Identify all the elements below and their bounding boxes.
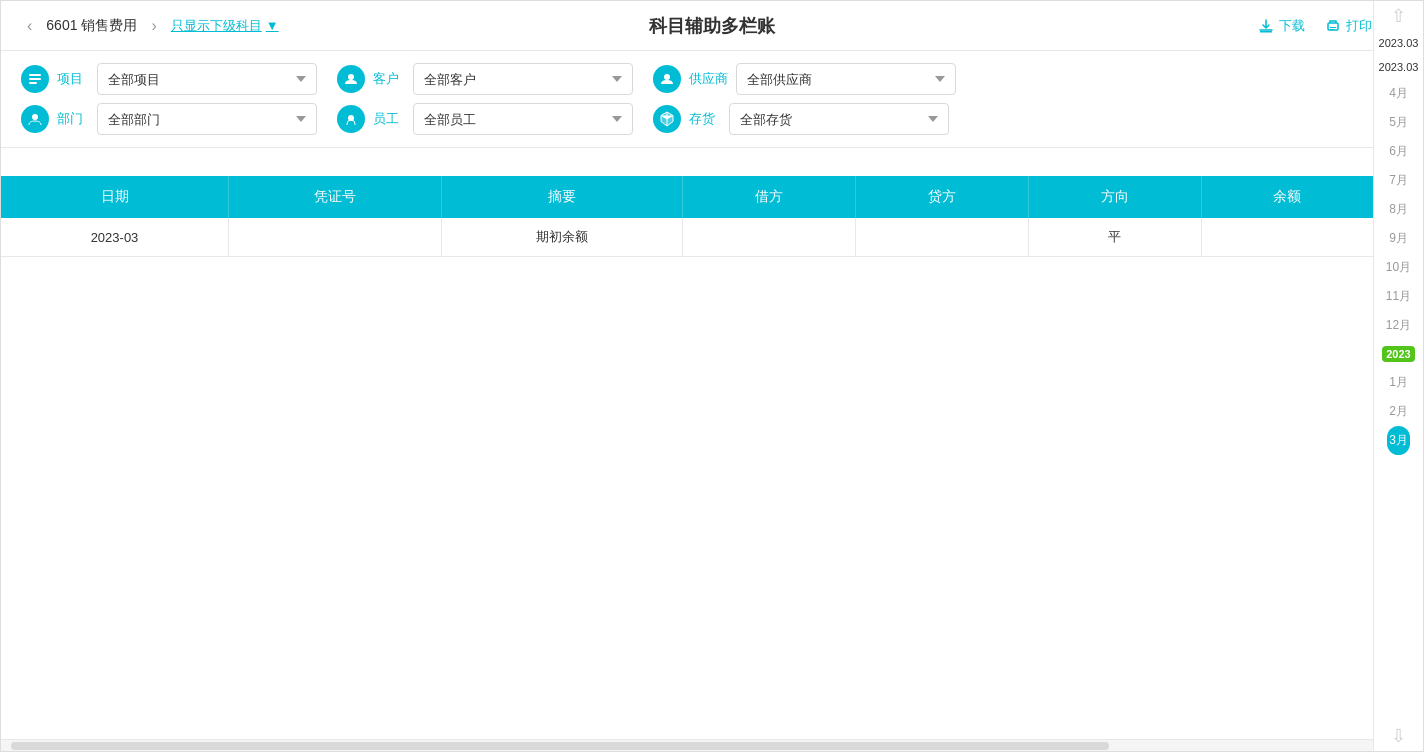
- cell-0: 2023-03: [1, 218, 229, 257]
- svg-rect-1: [1328, 23, 1338, 30]
- employee-filter: 员工 全部员工: [337, 103, 633, 135]
- prev-account-button[interactable]: ‹: [21, 15, 38, 37]
- svg-point-10: [348, 115, 354, 121]
- horizontal-scrollbar[interactable]: [1, 739, 1373, 751]
- employee-label: 员工: [373, 110, 405, 128]
- customer-filter: 客户 全部客户: [337, 63, 633, 95]
- timeline-item-7月[interactable]: 7月: [1382, 166, 1414, 195]
- inventory-icon: [653, 105, 681, 133]
- project-filter: 项目 全部项目: [21, 63, 317, 95]
- cell-5: 平: [1028, 218, 1201, 257]
- svg-rect-4: [29, 74, 41, 76]
- project-select[interactable]: 全部项目: [97, 63, 317, 95]
- timeline-scroll: 2023.03 2023.03 4月5月6月7月8月9月10月11月12月202…: [1374, 31, 1423, 721]
- timeline-item-8月[interactable]: 8月: [1382, 195, 1414, 224]
- svg-rect-6: [29, 82, 37, 84]
- download-icon: [1258, 18, 1274, 34]
- svg-point-7: [348, 74, 354, 80]
- timeline-item-12月[interactable]: 12月: [1382, 311, 1414, 340]
- department-select[interactable]: 全部部门: [97, 103, 317, 135]
- svg-rect-5: [29, 78, 41, 80]
- timeline-down-arrow[interactable]: ⇩: [1374, 721, 1423, 751]
- svg-rect-3: [1330, 29, 1334, 30]
- cell-6: [1201, 218, 1373, 257]
- timeline-item-2月[interactable]: 2月: [1382, 397, 1414, 426]
- supplier-select[interactable]: 全部供应商: [736, 63, 956, 95]
- page-title: 科目辅助多栏账: [649, 14, 775, 38]
- account-code-name: 6601 销售费用: [46, 17, 137, 35]
- inventory-filter: 存货 全部存货: [653, 103, 949, 135]
- inventory-label: 存货: [689, 110, 721, 128]
- svg-point-8: [664, 74, 670, 80]
- scrollbar-thumb: [11, 742, 1109, 750]
- col-debit: 借方: [682, 176, 855, 218]
- show-sub-accounts-button[interactable]: 只显示下级科目 ▼: [171, 17, 279, 35]
- col-credit: 贷方: [855, 176, 1028, 218]
- table-row: 2023-03 期初余额 平: [1, 218, 1373, 257]
- timeline-panel: ⇧ 2023.03 2023.03 4月5月6月7月8月9月10月11月12月2…: [1373, 1, 1423, 751]
- svg-rect-0: [1260, 31, 1272, 33]
- project-icon: [21, 65, 49, 93]
- timeline-item-10月[interactable]: 10月: [1382, 253, 1414, 282]
- timeline-year-badge: 2023: [1382, 340, 1414, 368]
- cell-2: 期初余额: [441, 218, 682, 257]
- cell-3: [682, 218, 855, 257]
- project-label: 项目: [57, 70, 89, 88]
- timeline-up-arrow[interactable]: ⇧: [1374, 1, 1423, 31]
- col-voucher: 凭证号: [229, 176, 442, 218]
- timeline-item-2023-03-top1[interactable]: 2023.03: [1374, 31, 1423, 55]
- timeline-item-2023-03-top2[interactable]: 2023.03: [1374, 55, 1423, 79]
- timeline-item-1月[interactable]: 1月: [1382, 368, 1414, 397]
- col-balance: 余额: [1201, 176, 1373, 218]
- timeline-item-11月[interactable]: 11月: [1382, 282, 1414, 311]
- department-filter: 部门 全部部门: [21, 103, 317, 135]
- cell-4: [855, 218, 1028, 257]
- svg-rect-2: [1330, 27, 1336, 28]
- col-direction: 方向: [1028, 176, 1201, 218]
- supplier-filter: 供应商 全部供应商: [653, 63, 956, 95]
- download-button[interactable]: 下载: [1258, 17, 1305, 35]
- department-icon: [21, 105, 49, 133]
- timeline-item-6月[interactable]: 6月: [1382, 137, 1414, 166]
- customer-icon: [337, 65, 365, 93]
- supplier-icon: [653, 65, 681, 93]
- supplier-label: 供应商: [689, 70, 728, 88]
- ledger-table: 日期 凭证号 摘要 借方 贷方 方向 余额 2023-03 期初余额 平: [1, 176, 1373, 257]
- employee-select[interactable]: 全部员工: [413, 103, 633, 135]
- cell-1: [229, 218, 442, 257]
- col-date: 日期: [1, 176, 229, 218]
- timeline-item-4月[interactable]: 4月: [1382, 79, 1414, 108]
- timeline-item-9月[interactable]: 9月: [1382, 224, 1414, 253]
- employee-icon: [337, 105, 365, 133]
- next-account-button[interactable]: ›: [145, 15, 162, 37]
- timeline-item-3月[interactable]: 3月: [1387, 426, 1409, 455]
- table-header-row: 日期 凭证号 摘要 借方 贷方 方向 余额: [1, 176, 1373, 218]
- department-label: 部门: [57, 110, 89, 128]
- print-button[interactable]: 打印: [1325, 17, 1372, 35]
- col-summary: 摘要: [441, 176, 682, 218]
- customer-select[interactable]: 全部客户: [413, 63, 633, 95]
- svg-point-9: [32, 114, 38, 120]
- print-icon: [1325, 18, 1341, 34]
- timeline-item-5月[interactable]: 5月: [1382, 108, 1414, 137]
- inventory-select[interactable]: 全部存货: [729, 103, 949, 135]
- customer-label: 客户: [373, 70, 405, 88]
